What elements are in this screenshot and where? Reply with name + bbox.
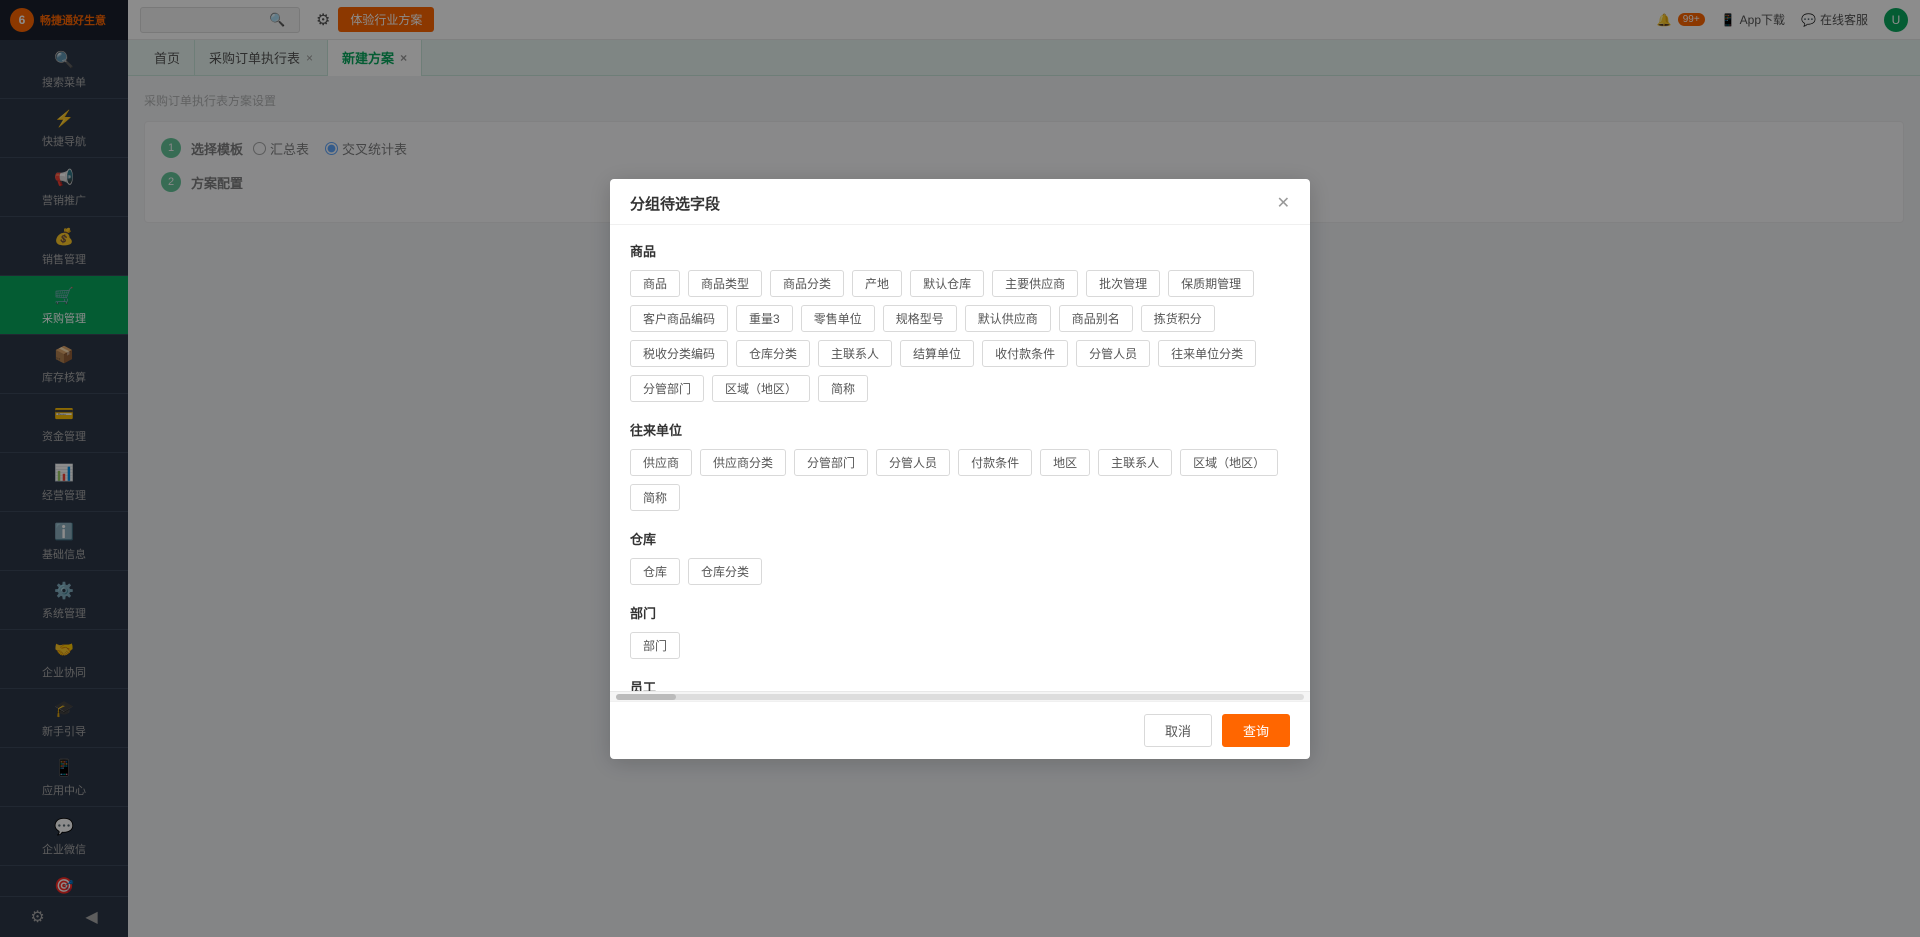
field-tag-0-21[interactable]: 往来单位分类: [1158, 340, 1256, 367]
field-tag-2-1[interactable]: 仓库分类: [688, 558, 762, 585]
field-tag-0-17[interactable]: 主联系人: [818, 340, 892, 367]
field-tags-2: 仓库仓库分类: [630, 558, 1290, 585]
field-tag-0-13[interactable]: 商品别名: [1059, 305, 1133, 332]
horizontal-scrollbar[interactable]: [610, 691, 1310, 701]
field-tag-1-4[interactable]: 付款条件: [958, 449, 1032, 476]
modal-header: 分组待选字段 ✕: [610, 179, 1310, 225]
close-icon[interactable]: ✕: [1277, 193, 1290, 213]
field-tag-0-5[interactable]: 主要供应商: [992, 270, 1078, 297]
field-section-1: 往来单位供应商供应商分类分管部门分管人员付款条件地区主联系人区域（地区） 简称: [630, 420, 1290, 511]
field-section-0: 商品商品商品类型商品分类产地默认仓库主要供应商批次管理保质期管理客户商品编码重量…: [630, 241, 1290, 402]
scrollbar-track: [616, 694, 1304, 700]
field-tags-1: 供应商供应商分类分管部门分管人员付款条件地区主联系人区域（地区） 简称: [630, 449, 1290, 511]
section-title-3: 部门: [630, 603, 1290, 622]
field-tags-0: 商品商品类型商品分类产地默认仓库主要供应商批次管理保质期管理客户商品编码重量3 零…: [630, 270, 1290, 402]
modal-footer: 取消 查询: [610, 701, 1310, 759]
field-section-3: 部门部门: [630, 603, 1290, 659]
field-tag-2-0[interactable]: 仓库: [630, 558, 680, 585]
field-tag-1-1[interactable]: 供应商分类: [700, 449, 786, 476]
modal-overlay: 分组待选字段 ✕ 商品商品商品类型商品分类产地默认仓库主要供应商批次管理保质期管…: [0, 0, 1920, 937]
section-title-2: 仓库: [630, 529, 1290, 548]
field-tag-0-3[interactable]: 产地: [852, 270, 902, 297]
field-tag-1-0[interactable]: 供应商: [630, 449, 692, 476]
field-tag-1-8[interactable]: 简称: [630, 484, 680, 511]
field-tag-1-7[interactable]: 区域（地区）: [1180, 449, 1278, 476]
field-tag-0-23[interactable]: 区域（地区）: [712, 375, 810, 402]
field-tag-0-16[interactable]: 仓库分类: [736, 340, 810, 367]
field-tag-0-6[interactable]: 批次管理: [1086, 270, 1160, 297]
cancel-button[interactable]: 取消: [1144, 714, 1212, 747]
field-tag-0-0[interactable]: 商品: [630, 270, 680, 297]
field-tag-1-6[interactable]: 主联系人: [1098, 449, 1172, 476]
field-tag-0-9[interactable]: 重量3: [736, 305, 793, 332]
field-tag-0-2[interactable]: 商品分类: [770, 270, 844, 297]
field-tag-3-0[interactable]: 部门: [630, 632, 680, 659]
field-tag-1-3[interactable]: 分管人员: [876, 449, 950, 476]
field-section-2: 仓库仓库仓库分类: [630, 529, 1290, 585]
field-tag-0-1[interactable]: 商品类型: [688, 270, 762, 297]
scrollbar-thumb[interactable]: [616, 694, 676, 700]
section-title-1: 往来单位: [630, 420, 1290, 439]
field-section-4: 员工业务员: [630, 677, 1290, 691]
confirm-button[interactable]: 查询: [1222, 714, 1290, 747]
field-tag-0-20[interactable]: 分管人员: [1076, 340, 1150, 367]
field-tags-3: 部门: [630, 632, 1290, 659]
modal-title: 分组待选字段: [630, 193, 720, 214]
field-tag-0-11[interactable]: 规格型号: [883, 305, 957, 332]
field-tag-0-4[interactable]: 默认仓库: [910, 270, 984, 297]
field-tag-1-2[interactable]: 分管部门: [794, 449, 868, 476]
field-tag-0-15[interactable]: 税收分类编码: [630, 340, 728, 367]
field-tag-0-12[interactable]: 默认供应商: [965, 305, 1051, 332]
section-title-4: 员工: [630, 677, 1290, 691]
modal-body[interactable]: 商品商品商品类型商品分类产地默认仓库主要供应商批次管理保质期管理客户商品编码重量…: [610, 225, 1310, 691]
section-title-0: 商品: [630, 241, 1290, 260]
field-tag-1-5[interactable]: 地区: [1040, 449, 1090, 476]
field-tag-0-24[interactable]: 简称: [818, 375, 868, 402]
field-tag-0-18[interactable]: 结算单位: [900, 340, 974, 367]
field-tag-0-7[interactable]: 保质期管理: [1168, 270, 1254, 297]
field-selection-modal: 分组待选字段 ✕ 商品商品商品类型商品分类产地默认仓库主要供应商批次管理保质期管…: [610, 179, 1310, 759]
field-tag-0-8[interactable]: 客户商品编码: [630, 305, 728, 332]
field-tag-0-19[interactable]: 收付款条件: [982, 340, 1068, 367]
field-tag-0-14[interactable]: 拣货积分: [1141, 305, 1215, 332]
field-tag-0-22[interactable]: 分管部门: [630, 375, 704, 402]
field-tag-0-10[interactable]: 零售单位: [801, 305, 875, 332]
